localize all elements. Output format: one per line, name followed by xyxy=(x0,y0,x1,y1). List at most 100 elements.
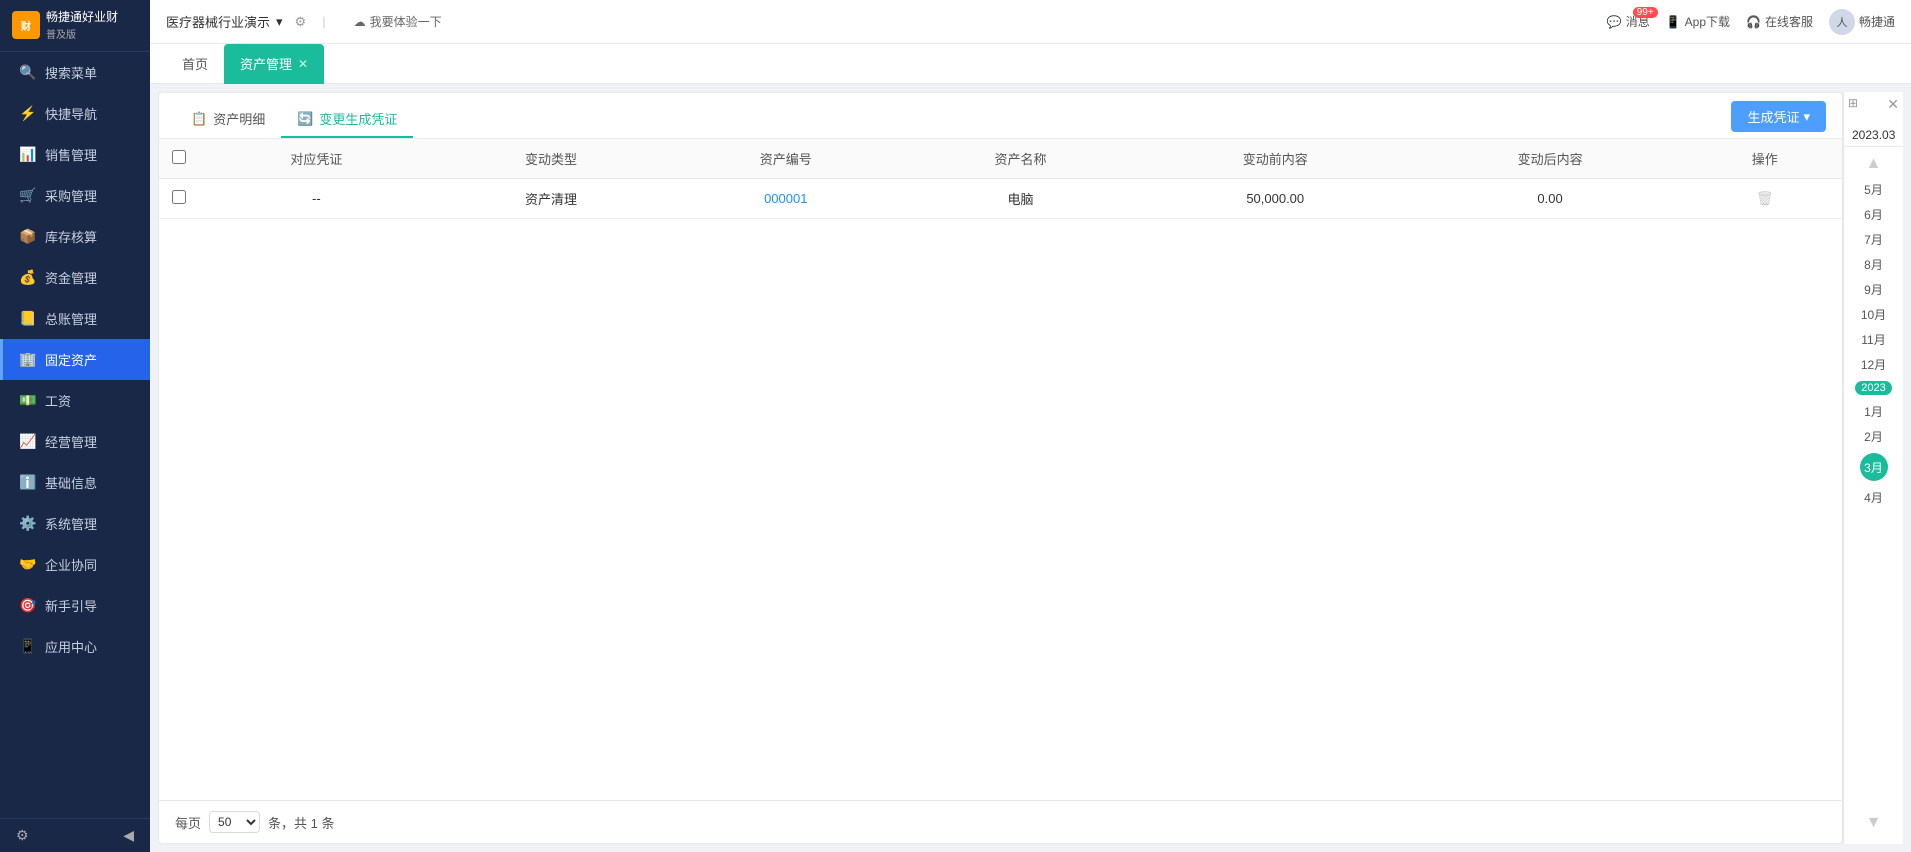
month-item-5月[interactable]: 5月 xyxy=(1844,177,1903,202)
sidebar-item-固定资产[interactable]: 🏢固定资产 xyxy=(0,339,150,380)
col-voucher: 对应凭证 xyxy=(199,139,434,179)
month-label-7月: 7月 xyxy=(1864,231,1883,248)
col-asset-code: 资产编号 xyxy=(668,139,903,179)
sidebar-item-销售管理[interactable]: 📊销售管理 xyxy=(0,134,150,175)
nav-down-icon[interactable]: ▼ xyxy=(1862,810,1886,836)
app-name: 畅捷通好业财 xyxy=(46,10,118,26)
col-change-type: 变动类型 xyxy=(434,139,669,179)
table-body: -- 资产清理 000001 电脑 50,000.00 0.00 🗑 xyxy=(159,179,1842,219)
sidebar-item-经营管理[interactable]: 📈经营管理 xyxy=(0,421,150,462)
sidebar-label-12: 企业协同 xyxy=(45,555,97,574)
month-label-11月: 11月 xyxy=(1861,331,1885,348)
sidebar-label-4: 库存核算 xyxy=(45,227,97,246)
cell-asset-code-0: 000001 xyxy=(668,179,903,219)
company-title[interactable]: 医疗器械行业演示 ▾ xyxy=(166,12,283,31)
per-page-label: 每页 xyxy=(175,813,201,832)
avatar: 人 xyxy=(1829,9,1855,35)
sidebar-item-基础信息[interactable]: ℹ️基础信息 xyxy=(0,462,150,503)
message-btn[interactable]: 💬 消息 99+ xyxy=(1607,13,1650,30)
company-name: 医疗器械行业演示 xyxy=(166,12,270,31)
online-service-label: 在线客服 xyxy=(1765,13,1813,30)
month-item-2023-1月[interactable]: 1月 xyxy=(1844,399,1903,424)
month-label-2023-4月: 4月 xyxy=(1864,489,1883,506)
asset-detail-label: 资产明细 xyxy=(213,109,265,128)
sidebar-icon-9: 📈 xyxy=(19,432,37,450)
col-after: 变动后内容 xyxy=(1413,139,1688,179)
headset-icon: 🎧 xyxy=(1746,15,1761,29)
month-item-9月[interactable]: 9月 xyxy=(1844,277,1903,302)
online-service-btn[interactable]: 🎧 在线客服 xyxy=(1746,13,1813,30)
month-item-8月[interactable]: 8月 xyxy=(1844,252,1903,277)
generate-voucher-button[interactable]: 生成凭证 ▾ xyxy=(1731,101,1826,132)
sidebar-items: 🔍搜索菜单⚡快捷导航📊销售管理🛒采购管理📦库存核算💰资金管理📒总账管理🏢固定资产… xyxy=(0,52,150,667)
gear-icon[interactable]: ⚙ xyxy=(295,14,307,30)
per-page-select[interactable]: 20 50 100 xyxy=(209,811,260,833)
sidebar-item-总账管理[interactable]: 📒总账管理 xyxy=(0,298,150,339)
tab-close-icon[interactable]: ✕ xyxy=(298,57,308,71)
select-all-checkbox[interactable] xyxy=(172,150,186,164)
sub-tab-generate-voucher[interactable]: 🔄 变更生成凭证 xyxy=(281,101,413,138)
month-label-2023-2月: 2月 xyxy=(1864,428,1883,445)
table-header-row: 对应凭证 变动类型 资产编号 资产名称 变动前内容 变动后内容 操作 xyxy=(159,139,1842,179)
month-item-10月[interactable]: 10月 xyxy=(1844,302,1903,327)
month-item-2023-4月[interactable]: 4月 xyxy=(1844,485,1903,510)
sidebar-icon-14: 📱 xyxy=(19,637,37,655)
month-label-8月: 8月 xyxy=(1864,256,1883,273)
settings-icon[interactable]: ⚙ xyxy=(16,827,29,844)
sidebar-icon-1: ⚡ xyxy=(19,104,37,122)
app-download-label: App下载 xyxy=(1685,13,1730,30)
sidebar-item-应用中心[interactable]: 📱 应用中心 xyxy=(0,626,150,667)
header-checkbox-cell xyxy=(159,139,199,179)
tab-asset-management[interactable]: 资产管理 ✕ xyxy=(224,44,324,84)
sidebar-label-3: 采购管理 xyxy=(45,186,97,205)
header-right: 💬 消息 99+ 📱 App下载 🎧 在线客服 人 畅捷通 xyxy=(1607,9,1895,35)
logo-icon: 财 xyxy=(12,11,40,39)
asset-detail-icon: 📋 xyxy=(191,111,207,127)
sub-tab-asset-detail[interactable]: 📋 资产明细 xyxy=(175,101,281,138)
month-label-2023-1月: 1月 xyxy=(1864,403,1883,420)
sidebar-item-工资[interactable]: 💵工资 xyxy=(0,380,150,421)
delete-row-icon-0[interactable]: 🗑 xyxy=(1756,190,1774,206)
table-wrapper: 对应凭证 变动类型 资产编号 资产名称 变动前内容 变动后内容 操作 - xyxy=(159,139,1842,800)
app-download-btn[interactable]: 📱 App下载 xyxy=(1666,13,1730,30)
user-area[interactable]: 人 畅捷通 xyxy=(1829,9,1895,35)
sidebar-icon-13: 🎯 xyxy=(19,596,37,614)
month-label-6月: 6月 xyxy=(1864,206,1883,223)
col-asset-name: 资产名称 xyxy=(903,139,1138,179)
month-item-7月[interactable]: 7月 xyxy=(1844,227,1903,252)
experience-text: 我要体验一下 xyxy=(370,13,442,30)
month-item-12月[interactable]: 12月 xyxy=(1844,352,1903,377)
right-panel: ✕ ⊞ 2023.03 ▲ 5月6月7月8月9月10月11月12月20231月2… xyxy=(1843,92,1903,844)
sidebar-label-6: 总账管理 xyxy=(45,309,97,328)
sidebar-label-0: 搜索菜单 xyxy=(45,63,97,82)
experience-area[interactable]: ☁ 我要体验一下 xyxy=(354,13,442,30)
sidebar-item-系统管理[interactable]: ⚙️系统管理 xyxy=(0,503,150,544)
nav-up-icon[interactable]: ▲ xyxy=(1862,151,1886,177)
expand-panel-icon[interactable]: ⊞ xyxy=(1848,96,1858,110)
cell-asset-name-0: 电脑 xyxy=(903,179,1138,219)
month-item-2023-2月[interactable]: 2月 xyxy=(1844,424,1903,449)
message-badge: 99+ xyxy=(1633,7,1658,18)
sidebar-item-采购管理[interactable]: 🛒采购管理 xyxy=(0,175,150,216)
content-area: 📋 资产明细 🔄 变更生成凭证 生成凭证 ▾ xyxy=(158,92,1843,844)
tab-home[interactable]: 首页 xyxy=(166,44,224,84)
collapse-icon[interactable]: ◀ xyxy=(123,827,134,844)
sidebar-item-搜索菜单[interactable]: 🔍搜索菜单 xyxy=(0,52,150,93)
generate-btn-label: 生成凭证 xyxy=(1747,107,1799,126)
sidebar-item-快捷导航[interactable]: ⚡快捷导航 xyxy=(0,93,150,134)
sidebar-icon-7: 🏢 xyxy=(19,350,37,368)
sidebar-item-资金管理[interactable]: 💰资金管理 xyxy=(0,257,150,298)
row-checkbox-0[interactable] xyxy=(172,190,186,204)
sidebar-item-新手引导[interactable]: 🎯新手引导 xyxy=(0,585,150,626)
close-panel-icon[interactable]: ✕ xyxy=(1887,96,1899,113)
month-item-11月[interactable]: 11月 xyxy=(1844,327,1903,352)
dropdown-arrow-icon: ▾ xyxy=(1803,109,1810,125)
sidebar-item-企业协同[interactable]: 🤝企业协同 xyxy=(0,544,150,585)
month-label-10月: 10月 xyxy=(1861,306,1886,323)
month-item-2023-3月[interactable]: 3月 xyxy=(1844,449,1903,485)
generate-voucher-label: 变更生成凭证 xyxy=(319,109,397,128)
sidebar-icon-11: ⚙️ xyxy=(19,514,37,532)
sidebar-label-14: 应用中心 xyxy=(45,637,97,656)
sidebar-item-库存核算[interactable]: 📦库存核算 xyxy=(0,216,150,257)
month-item-6月[interactable]: 6月 xyxy=(1844,202,1903,227)
